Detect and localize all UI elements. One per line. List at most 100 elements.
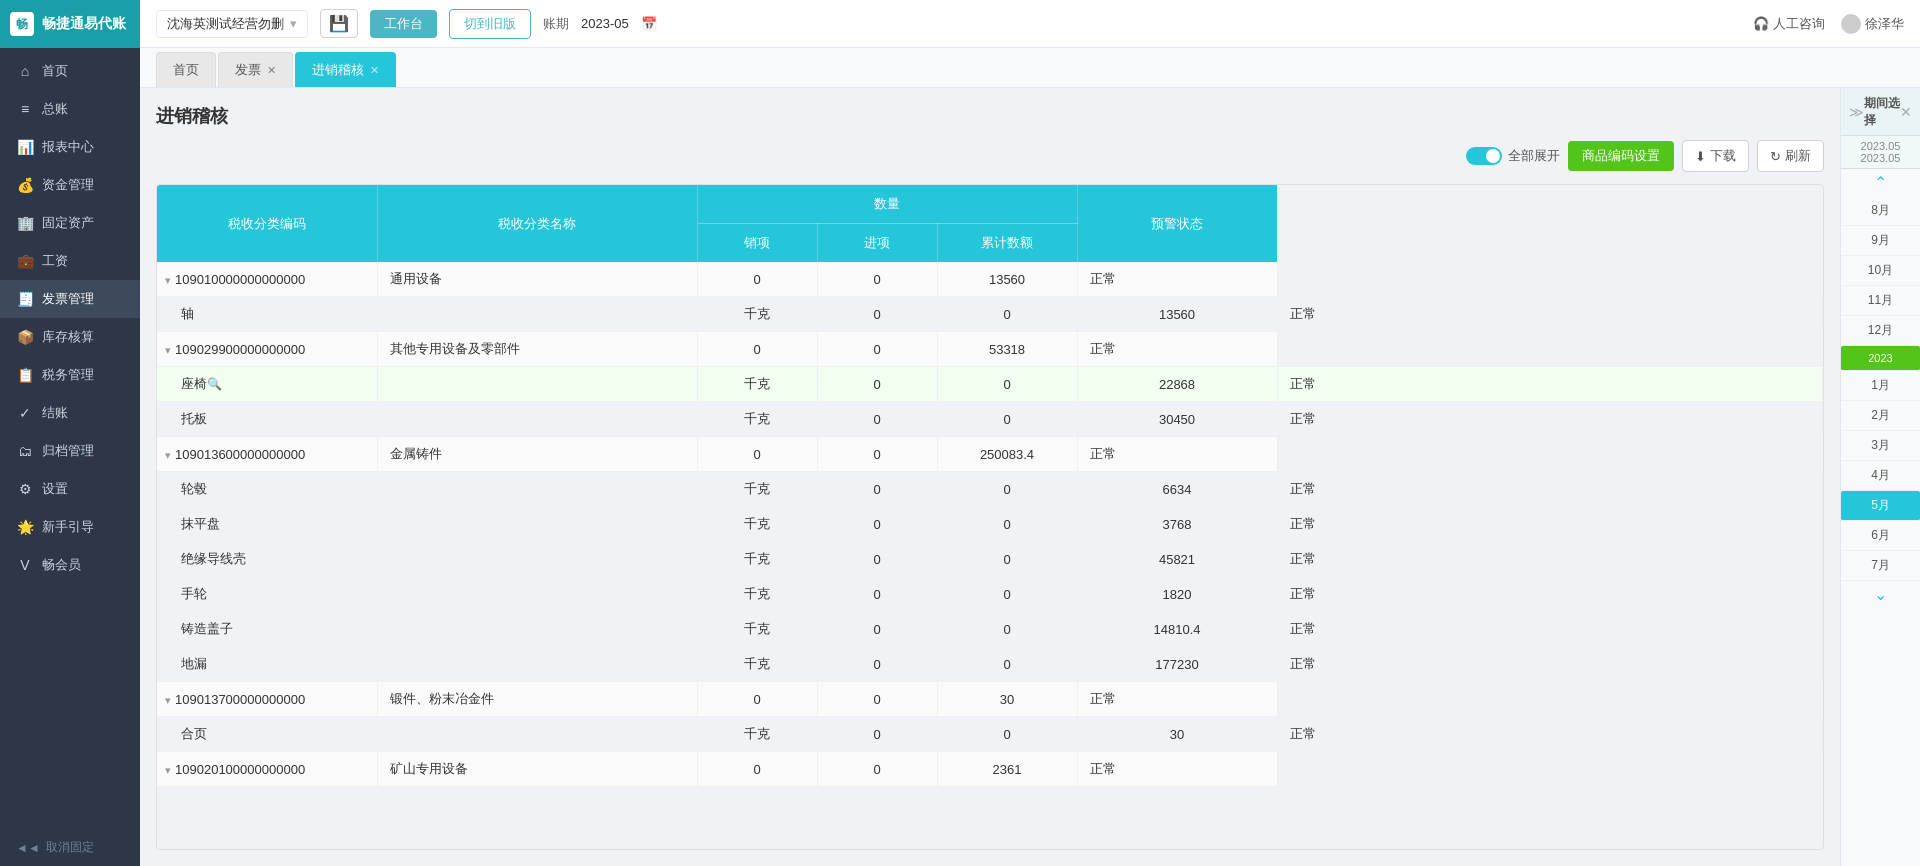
settings-icon: ⚙ — [16, 481, 34, 497]
row-desc — [377, 542, 697, 577]
sidebar-item-inventory[interactable]: 📦 库存核算 — [0, 318, 140, 356]
col-tax-code: 税收分类编码 — [157, 185, 377, 262]
sidebar-item-member[interactable]: V 畅会员 — [0, 546, 140, 584]
month-item[interactable]: 12月 — [1841, 316, 1920, 346]
panel-down-arrow[interactable]: ⌄ — [1841, 581, 1920, 608]
sidebar-item-tax[interactable]: 📋 税务管理 — [0, 356, 140, 394]
sidebar-item-settings[interactable]: ⚙ 设置 — [0, 470, 140, 508]
tab-reconcile-close[interactable]: ✕ — [370, 64, 379, 77]
calendar-icon[interactable]: 📅 — [641, 16, 657, 31]
toggle-track[interactable] — [1466, 147, 1502, 165]
archive-icon: 🗂 — [16, 443, 34, 459]
sidebar-item-reports[interactable]: 📊 报表中心 — [0, 128, 140, 166]
table-row: 合页 千克 0 0 30 正常 — [157, 717, 1823, 752]
expand-icon[interactable]: ▾ — [165, 344, 171, 356]
user-menu[interactable]: 徐泽华 — [1841, 14, 1904, 34]
month-item[interactable]: 8月 — [1841, 196, 1920, 226]
support-button[interactable]: 🎧 人工咨询 — [1753, 15, 1825, 33]
toolbar: 全部展开 商品编码设置 ⬇ 下载 ↻ 刷新 — [156, 140, 1824, 172]
save-draft-button[interactable]: 💾 — [320, 9, 358, 38]
download-button[interactable]: ⬇ 下载 — [1682, 140, 1749, 172]
sidebar-item-invoice[interactable]: 🧾 发票管理 — [0, 280, 140, 318]
col-total: 累计数额 — [937, 224, 1077, 263]
row-total: 30 — [937, 682, 1077, 717]
tab-invoice-close[interactable]: ✕ — [267, 64, 276, 77]
month-item[interactable]: 10月 — [1841, 256, 1920, 286]
month-item[interactable]: 5月 — [1841, 491, 1920, 521]
month-item[interactable]: 2023 — [1841, 346, 1920, 371]
table-row: 铸造盖子 千克 0 0 14810.4 正常 — [157, 612, 1823, 647]
sidebar-item-archive[interactable]: 🗂 归档管理 — [0, 432, 140, 470]
expand-icon[interactable]: ▾ — [165, 274, 171, 286]
row-unit: 千克 — [697, 297, 817, 332]
row-total: 3768 — [1077, 507, 1277, 542]
month-item[interactable]: 4月 — [1841, 461, 1920, 491]
row-name: 地漏 — [157, 647, 377, 682]
row-status: 正常 — [1277, 577, 1823, 612]
sidebar-footer-pin[interactable]: ◄◄ 取消固定 — [0, 829, 140, 866]
sidebar-item-guide[interactable]: 🌟 新手引导 — [0, 508, 140, 546]
data-table: 税收分类编码 税收分类名称 数量 预警状态 销项 进项 累计数额 — [157, 185, 1823, 787]
row-total: 30450 — [1077, 402, 1277, 437]
row-code: ▾109013600000000000 — [157, 437, 377, 472]
month-item[interactable]: 6月 — [1841, 521, 1920, 551]
tab-home[interactable]: 首页 — [156, 52, 216, 87]
sidebar-label-inventory: 库存核算 — [42, 328, 94, 346]
expand-panel-icon[interactable]: ≫ — [1849, 104, 1864, 120]
toggle-knob — [1486, 149, 1500, 163]
company-selector[interactable]: 沈海英测试经营勿删 ▾ — [156, 10, 308, 38]
sidebar-nav: ⌂ 首页 ≡ 总账 📊 报表中心 💰 资金管理 🏢 固定资产 💼 工资 🧾 发票… — [0, 48, 140, 829]
sidebar-item-ledger[interactable]: ≡ 总账 — [0, 90, 140, 128]
row-status: 正常 — [1277, 507, 1823, 542]
row-status: 正常 — [1077, 752, 1277, 787]
row-purchase: 0 — [817, 262, 937, 297]
sidebar-item-salary[interactable]: 💼 工资 — [0, 242, 140, 280]
expand-icon[interactable]: ▾ — [165, 764, 171, 776]
row-purchase: 0 — [817, 437, 937, 472]
row-total: 1820 — [1077, 577, 1277, 612]
headset-icon: 🎧 — [1753, 16, 1769, 31]
panel-up-arrow[interactable]: ⌃ — [1841, 169, 1920, 196]
sidebar-label-settings: 设置 — [42, 480, 68, 498]
close-panel-icon[interactable]: ✕ — [1900, 104, 1912, 120]
tax-icon: 📋 — [16, 367, 34, 383]
row-status: 正常 — [1077, 262, 1277, 297]
inventory-icon: 📦 — [16, 329, 34, 345]
row-purchase: 0 — [817, 332, 937, 367]
row-desc — [377, 717, 697, 752]
workbench-button[interactable]: 工作台 — [370, 10, 437, 38]
tab-invoice[interactable]: 发票 ✕ — [218, 52, 293, 87]
pin-icon: ◄◄ — [16, 841, 40, 855]
switch-version-button[interactable]: 切到旧版 — [449, 9, 531, 39]
sidebar-item-home[interactable]: ⌂ 首页 — [0, 52, 140, 90]
invoice-icon: 🧾 — [16, 291, 34, 307]
month-item[interactable]: 9月 — [1841, 226, 1920, 256]
download-label: 下载 — [1710, 147, 1736, 165]
expand-icon[interactable]: ▾ — [165, 449, 171, 461]
expand-toggle[interactable]: 全部展开 — [1466, 147, 1560, 165]
sidebar-item-funds[interactable]: 💰 资金管理 — [0, 166, 140, 204]
expand-icon[interactable]: ▾ — [165, 694, 171, 706]
sidebar-item-settlement[interactable]: ✓ 结账 — [0, 394, 140, 432]
month-item[interactable]: 3月 — [1841, 431, 1920, 461]
sidebar-item-fixed-assets[interactable]: 🏢 固定资产 — [0, 204, 140, 242]
month-item[interactable]: 2月 — [1841, 401, 1920, 431]
row-total: 30 — [1077, 717, 1277, 752]
row-name: 铸造盖子 — [157, 612, 377, 647]
sidebar-label-funds: 资金管理 — [42, 176, 94, 194]
month-item[interactable]: 1月 — [1841, 371, 1920, 401]
period-display-2: 2023.05 — [1845, 152, 1916, 164]
tab-reconcile[interactable]: 进销稽核 ✕ — [295, 52, 396, 87]
row-sales: 0 — [817, 472, 937, 507]
product-code-button[interactable]: 商品编码设置 — [1568, 141, 1674, 171]
main-content: 沈海英测试经营勿删 ▾ 💾 工作台 切到旧版 账期 2023-05 📅 🎧 人工… — [140, 0, 1920, 866]
col-quantity-group: 数量 — [697, 185, 1077, 224]
month-list: 8月9月10月11月12月20231月2月3月4月5月6月7月 — [1841, 196, 1920, 581]
search-icon[interactable]: 🔍 — [207, 377, 222, 391]
row-purchase: 0 — [937, 297, 1077, 332]
refresh-button[interactable]: ↻ 刷新 — [1757, 140, 1824, 172]
month-item[interactable]: 11月 — [1841, 286, 1920, 316]
row-status: 正常 — [1277, 367, 1823, 402]
month-item[interactable]: 7月 — [1841, 551, 1920, 581]
row-sales: 0 — [817, 402, 937, 437]
